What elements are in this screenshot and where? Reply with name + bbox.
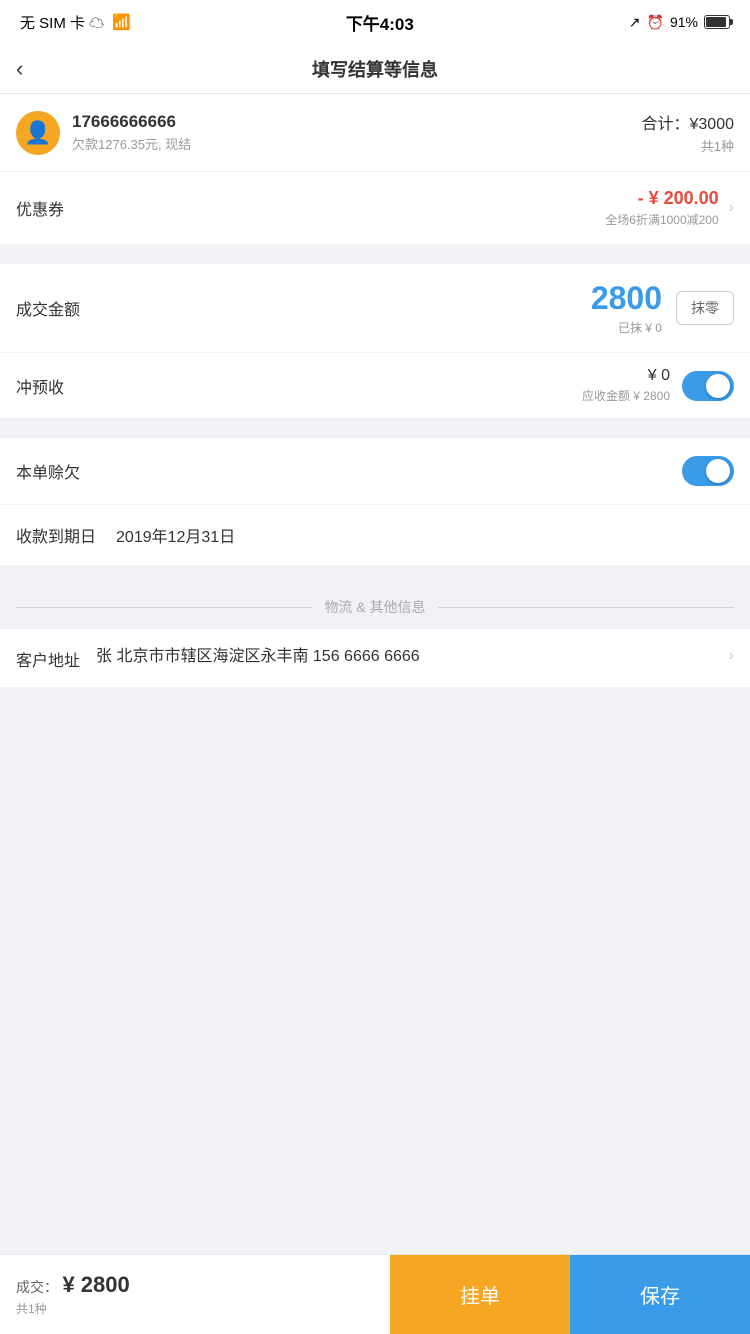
customer-row: 👤 17666666666 欠款1276.35元, 现结 合计：¥3000 共1…	[0, 94, 750, 171]
bottom-bar: 成交： ¥ 2800 共1种 挂单 保存	[0, 1254, 750, 1334]
prepay-label: 冲预收	[16, 374, 64, 398]
divider-line-left	[16, 607, 312, 608]
status-right: ↗ ⏰ 91%	[629, 14, 730, 31]
customer-info: 17666666666 欠款1276.35元, 现结	[72, 112, 191, 153]
wifi-icon: 📶	[112, 13, 131, 31]
prepay-amount-value: ¥ 0	[582, 367, 670, 385]
customer-right: 合计：¥3000 共1种	[642, 110, 735, 155]
status-time: 下午4:03	[346, 10, 414, 35]
logistics-divider: 物流 & 其他信息	[0, 585, 750, 629]
address-row[interactable]: 客户地址 张 北京市市辖区海淀区永丰南 156 6666 6666 ›	[0, 629, 750, 687]
coupon-desc: 全场6折满1000减200	[605, 211, 718, 228]
main-content: 👤 17666666666 欠款1276.35元, 现结 合计：¥3000 共1…	[0, 94, 750, 947]
separator-1	[0, 254, 750, 264]
logistics-label: 物流 & 其他信息	[324, 597, 425, 617]
bottom-info: 成交： ¥ 2800 共1种	[0, 1272, 390, 1317]
battery-pct: 91%	[670, 14, 698, 30]
deal-amount-sub: 已抹 ¥ 0	[591, 319, 662, 336]
customer-left: 👤 17666666666 欠款1276.35元, 现结	[16, 111, 191, 155]
address-label: 客户地址	[16, 645, 80, 671]
bottom-total-label: 成交：	[16, 1279, 58, 1295]
deal-amount-right: 2800 已抹 ¥ 0 抹零	[591, 280, 734, 336]
toggle-knob	[706, 374, 730, 398]
separator-3	[0, 575, 750, 585]
bottom-count: 共1种	[16, 1300, 374, 1317]
coupon-row[interactable]: 优惠券 - ¥ 200.00 全场6折满1000减200 ›	[0, 171, 750, 244]
separator-4	[0, 687, 750, 847]
customer-debt: 欠款1276.35元, 现结	[72, 134, 191, 153]
debt-row: 本单赊欠	[0, 438, 750, 504]
prepay-right: ¥ 0 应收金额 ¥ 2800	[582, 367, 734, 404]
back-button[interactable]: ‹	[16, 48, 31, 90]
prepay-toggle[interactable]	[682, 371, 734, 401]
deal-amount-value: 2800	[591, 280, 662, 317]
deal-amount-label: 成交金额	[16, 296, 80, 320]
address-chevron-icon: ›	[729, 645, 734, 665]
total-amount: 合计：¥3000	[642, 110, 735, 134]
prepay-amount-sub: 应收金额 ¥ 2800	[582, 387, 670, 404]
coupon-label: 优惠券	[16, 196, 64, 220]
deal-amount-col: 2800 已抹 ¥ 0	[591, 280, 662, 336]
prepay-row: 冲预收 ¥ 0 应收金额 ¥ 2800	[0, 352, 750, 418]
amount-section: 成交金额 2800 已抹 ¥ 0 抹零 冲预收 ¥ 0 应收金额 ¥ 2800	[0, 264, 750, 418]
save-button[interactable]: 保存	[570, 1255, 750, 1334]
round-button[interactable]: 抹零	[676, 291, 734, 325]
coupon-value-area: - ¥ 200.00 全场6折满1000减200	[605, 188, 718, 228]
deal-amount-row: 成交金额 2800 已抹 ¥ 0 抹零	[0, 264, 750, 352]
debt-toggle[interactable]	[682, 456, 734, 486]
coupon-right-area: - ¥ 200.00 全场6折满1000减200 ›	[605, 188, 734, 228]
avatar: 👤	[16, 111, 60, 155]
location-icon: ↗	[629, 14, 641, 31]
customer-card: 👤 17666666666 欠款1276.35元, 现结 合计：¥3000 共1…	[0, 94, 750, 244]
due-date-row: 收款到期日 2019年12月31日	[0, 504, 750, 565]
separator-2	[0, 428, 750, 438]
debt-label: 本单赊欠	[16, 459, 80, 483]
coupon-amount: - ¥ 200.00	[605, 188, 718, 209]
bottom-total-row: 成交： ¥ 2800	[16, 1272, 374, 1298]
due-date-value: 2019年12月31日	[116, 523, 235, 547]
battery-icon	[704, 15, 730, 29]
customer-phone: 17666666666	[72, 112, 191, 132]
debt-toggle-knob	[706, 459, 730, 483]
status-left: 无 SIM 卡 ☁ 📶	[20, 12, 131, 33]
divider-line-right	[438, 607, 734, 608]
address-text: 张 北京市市辖区海淀区永丰南 156 6666 6666	[96, 645, 719, 669]
prepay-amount-area: ¥ 0 应收金额 ¥ 2800	[582, 367, 670, 404]
alarm-icon: ⏰	[647, 14, 664, 31]
status-bar: 无 SIM 卡 ☁ 📶 下午4:03 ↗ ⏰ 91%	[0, 0, 750, 44]
nav-bar: ‹ 填写结算等信息	[0, 44, 750, 94]
debt-card: 本单赊欠 收款到期日 2019年12月31日	[0, 438, 750, 565]
bottom-total-amount: ¥ 2800	[62, 1272, 129, 1297]
coupon-chevron-icon: ›	[729, 199, 734, 217]
sim-label: 无 SIM 卡 ☁	[20, 12, 104, 33]
pending-button[interactable]: 挂单	[390, 1255, 570, 1334]
item-count: 共1种	[642, 136, 735, 155]
due-date-label: 收款到期日	[16, 523, 96, 547]
avatar-icon: 👤	[24, 120, 51, 146]
page-title: 填写结算等信息	[312, 56, 438, 82]
